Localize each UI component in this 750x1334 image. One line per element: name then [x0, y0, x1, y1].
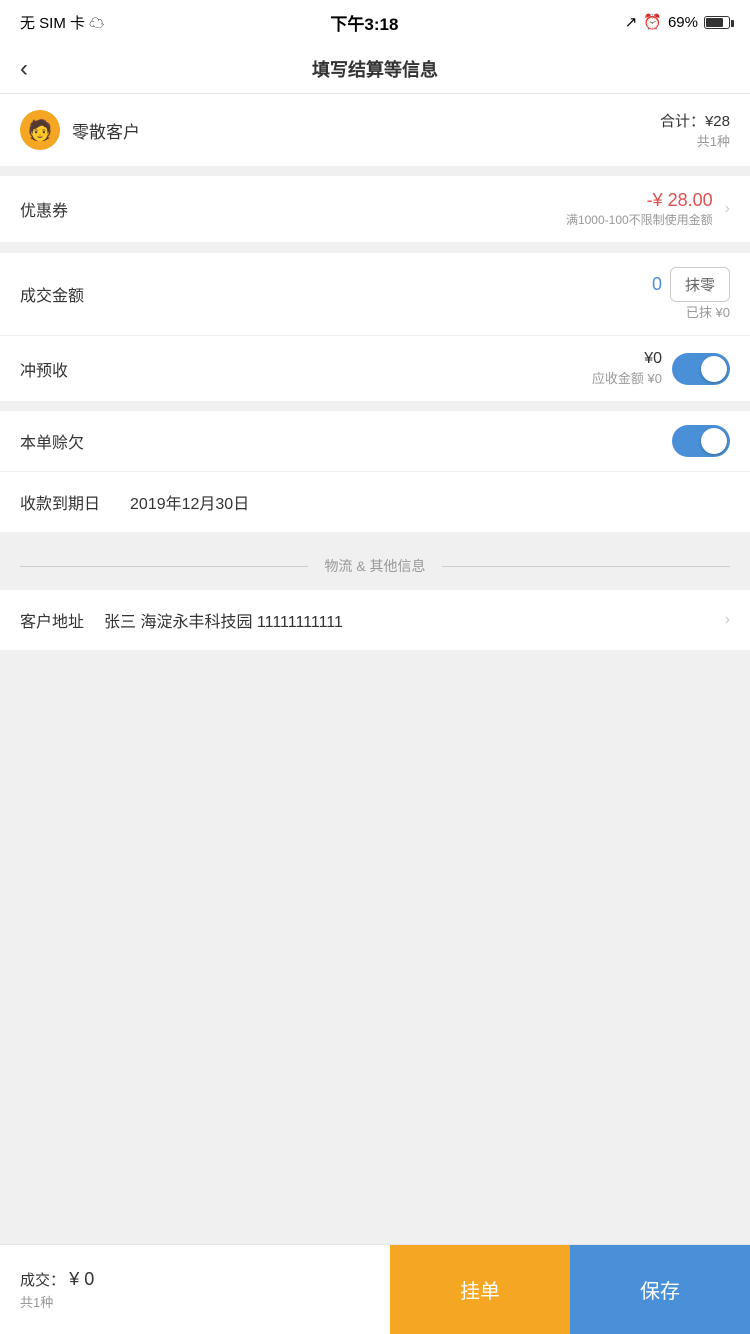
battery-icon [704, 16, 730, 29]
total-amount: 合计：¥28 [660, 110, 730, 131]
coupon-label: 优惠券 [20, 197, 68, 221]
main-content: 🧑 零散客户 合计：¥28 共1种 优惠券 -¥ 28.00 满1000-100… [0, 94, 750, 770]
due-date-label: 收款到期日 [20, 490, 100, 514]
prepayment-toggle[interactable] [672, 353, 730, 385]
customer-card: 🧑 零散客户 合计：¥28 共1种 [0, 94, 750, 166]
address-chevron-icon: › [725, 611, 730, 629]
prepayment-row: 冲预收 ¥0 应收金额 ¥0 [0, 336, 750, 401]
status-left: 无 SIM 卡 ☁ [20, 12, 104, 33]
receivable-amount: 应收金额 ¥0 [592, 368, 662, 387]
avatar-icon: 🧑 [28, 118, 53, 143]
deal-label: 成交： [20, 1272, 65, 1289]
save-button[interactable]: 保存 [570, 1245, 750, 1334]
debt-row: 本单赊欠 [0, 411, 750, 472]
coupon-card[interactable]: 优惠券 -¥ 28.00 满1000-100不限制使用金额 › [0, 176, 750, 243]
debt-card: 本单赊欠 收款到期日 2019年12月30日 [0, 411, 750, 532]
alarm-icon: ⏰ [643, 13, 662, 31]
logistics-label: 物流 & 其他信息 [324, 556, 425, 576]
coupon-right: -¥ 28.00 满1000-100不限制使用金额 › [566, 190, 730, 228]
debt-right [672, 425, 730, 457]
address-label: 客户地址 [20, 608, 84, 632]
back-button[interactable]: ‹ [20, 55, 28, 83]
prepayment-right: ¥0 应收金额 ¥0 [592, 350, 730, 387]
due-date-value: 2019年12月30日 [130, 490, 249, 514]
customer-row: 🧑 零散客户 合计：¥28 共1种 [0, 94, 750, 166]
transaction-label: 成交金额 [20, 282, 84, 306]
bottom-info: 成交： ¥ 0 共1种 [0, 1269, 390, 1311]
debt-label: 本单赊欠 [20, 429, 84, 453]
coupon-discount-desc: 满1000-100不限制使用金额 [566, 211, 713, 228]
transaction-right: 0 抹零 已抹 ¥0 [652, 267, 730, 321]
already-rounded: 已抹 ¥0 [686, 302, 730, 321]
status-bar: 无 SIM 卡 ☁ 下午3:18 ↗ ⏰ 69% [0, 0, 750, 44]
divider-line-left [20, 566, 308, 567]
total-count: 共1种 [660, 131, 730, 150]
due-date-row: 收款到期日 2019年12月30日 [0, 472, 750, 532]
customer-summary: 合计：¥28 共1种 [660, 110, 730, 150]
logistics-divider: 物流 & 其他信息 [0, 542, 750, 590]
customer-name: 零散客户 [72, 118, 140, 143]
prepayment-label: 冲预收 [20, 357, 68, 381]
roundoff-button[interactable]: 抹零 [670, 267, 730, 302]
divider-line-right [442, 566, 730, 567]
header: ‹ 填写结算等信息 [0, 44, 750, 94]
status-time: 下午3:18 [330, 10, 398, 35]
address-card[interactable]: 客户地址 张三 海淀永丰科技园 11111111111 › [0, 590, 750, 650]
bottom-deal-row: 成交： ¥ 0 [20, 1269, 370, 1290]
prepayment-amount: ¥0 [592, 350, 662, 368]
debt-toggle[interactable] [672, 425, 730, 457]
prepayment-value-block: ¥0 应收金额 ¥0 [592, 350, 662, 387]
coupon-row[interactable]: 优惠券 -¥ 28.00 满1000-100不限制使用金额 › [0, 176, 750, 243]
transaction-row: 成交金额 0 抹零 已抹 ¥0 [0, 253, 750, 336]
chevron-right-icon: › [725, 200, 730, 218]
address-value: 张三 海淀永丰科技园 11111111111 [104, 608, 719, 632]
transaction-value: 0 [652, 274, 662, 295]
coupon-value-block: -¥ 28.00 满1000-100不限制使用金额 [566, 190, 713, 228]
sim-wifi-label: 无 SIM 卡 ☁ [20, 12, 104, 33]
avatar: 🧑 [20, 110, 60, 150]
nav-icon: ↗ [625, 13, 638, 31]
transaction-value-block: 0 抹零 已抹 ¥0 [652, 267, 730, 321]
status-right: ↗ ⏰ 69% [625, 13, 730, 31]
battery-label: 69% [668, 14, 698, 31]
bottom-bar: 成交： ¥ 0 共1种 挂单 保存 [0, 1244, 750, 1334]
bottom-count: 共1种 [20, 1292, 370, 1311]
customer-left: 🧑 零散客户 [20, 110, 140, 150]
pending-button[interactable]: 挂单 [390, 1245, 570, 1334]
page-title: 填写结算等信息 [312, 56, 438, 82]
transaction-main: 0 抹零 [652, 267, 730, 302]
transaction-card: 成交金额 0 抹零 已抹 ¥0 冲预收 ¥0 应收金额 ¥0 [0, 253, 750, 401]
deal-amount: ¥ 0 [69, 1269, 94, 1289]
coupon-discount-amount: -¥ 28.00 [566, 190, 713, 211]
